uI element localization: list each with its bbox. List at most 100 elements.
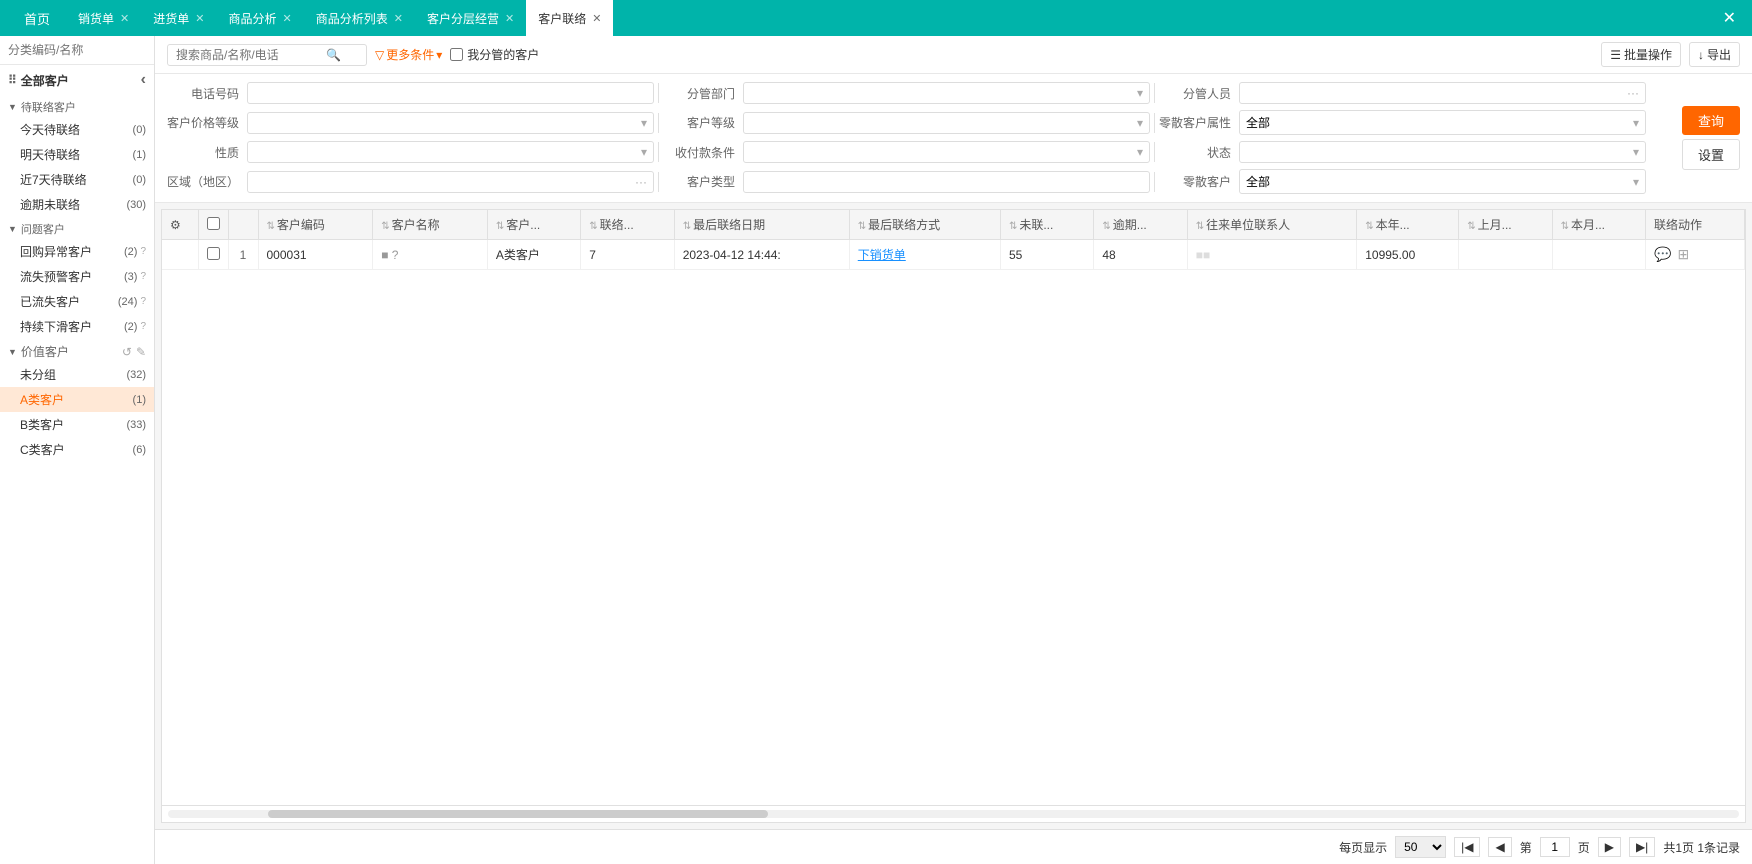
query-button[interactable]: 查询 — [1682, 106, 1740, 135]
sidebar-item-tomorrow-pending[interactable]: 明天待联络 (1) — [0, 142, 154, 167]
prev-page-btn[interactable]: ◀ — [1488, 837, 1511, 857]
select-all-checkbox[interactable] — [207, 217, 220, 230]
first-page-btn[interactable]: |◀ — [1454, 837, 1480, 857]
per-page-select[interactable]: 50 100 — [1395, 836, 1446, 858]
scrollbar-thumb[interactable] — [268, 810, 768, 818]
nav-customer-contact[interactable]: 客户联络 ✕ — [526, 0, 613, 36]
retail-attr-select[interactable]: 全部 ▾ — [1239, 110, 1646, 135]
page-suffix-label: 页 — [1578, 839, 1590, 856]
status-select[interactable]: ▾ — [1239, 141, 1646, 163]
page-number-input[interactable] — [1540, 837, 1570, 857]
sidebar-item-overdue-contact[interactable]: 逾期未联络 (30) — [0, 192, 154, 217]
nav-sales[interactable]: 销货单 ✕ — [66, 0, 141, 36]
price-grade-select[interactable]: ▾ — [247, 112, 654, 134]
sidebar-item-ungrouped[interactable]: 未分组 (32) — [0, 362, 154, 387]
edit-icon[interactable]: ✎ — [136, 345, 146, 359]
main-search-icon[interactable]: 🔍 — [326, 48, 341, 62]
divider-7 — [658, 172, 659, 192]
setting-button[interactable]: 设置 — [1682, 139, 1740, 170]
batch-op-btn[interactable]: ☰ 批量操作 — [1601, 42, 1681, 67]
grid-icon: ⠿ — [8, 73, 17, 87]
close-sales-tab[interactable]: ✕ — [120, 12, 129, 25]
filter-row-3: 性质 ▾ 收付款条件 ▾ — [167, 141, 1646, 163]
qrcode-icon[interactable]: ⊞ — [1677, 246, 1689, 263]
divider-5 — [658, 142, 659, 162]
retail-customer-select[interactable]: 全部 ▾ — [1239, 169, 1646, 194]
settings-col[interactable]: ⚙ — [162, 210, 198, 240]
filter-row-2: 客户价格等级 ▾ 客户等级 ▾ — [167, 110, 1646, 135]
refresh-icon[interactable]: ↺ — [122, 345, 132, 359]
sidebar: 🔍 ⠿ 全部客户 ‹ 待联络客户 今天待联络 (0) 明天待联络 (1) 近7天… — [0, 36, 155, 864]
dept-select[interactable]: ▾ — [743, 82, 1150, 104]
close-customer-contact-tab[interactable]: ✕ — [592, 12, 601, 25]
nature-select[interactable]: ▾ — [247, 141, 654, 163]
more-filters-btn[interactable]: ▽ 更多条件 ▾ — [375, 46, 442, 63]
query-buttons: 查询 设置 — [1670, 74, 1752, 202]
filter-cell-phone: 电话号码 — [167, 82, 654, 104]
close-goods-analysis-tab[interactable]: ✕ — [283, 12, 292, 25]
customer-grade-select[interactable]: ▾ — [743, 112, 1150, 134]
th-last-date[interactable]: ⇅最后联络日期 — [674, 210, 849, 240]
all-customers-header[interactable]: ⠿ 全部客户 ‹ — [0, 65, 154, 95]
sidebar-item-7day-pending[interactable]: 近7天待联络 (0) — [0, 167, 154, 192]
th-code[interactable]: ⇅客户编码 — [258, 210, 373, 240]
person-select[interactable]: ··· — [1239, 82, 1646, 104]
row-last-date: 2023-04-12 14:44: — [674, 240, 849, 270]
horizontal-scrollbar[interactable] — [162, 805, 1745, 822]
close-purchase-tab[interactable]: ✕ — [195, 12, 204, 25]
settings-icon[interactable]: ⚙ — [170, 218, 181, 232]
help-icon-1: ? — [140, 246, 146, 257]
phone-input[interactable] — [247, 82, 654, 104]
sidebar-item-abnormal-repurchase[interactable]: 回购异常客户 (2) ? — [0, 239, 154, 264]
region-select[interactable]: ··· — [247, 171, 654, 193]
export-icon: ↓ — [1698, 48, 1704, 62]
payment-select[interactable]: ▾ — [743, 141, 1150, 163]
th-unit-contact[interactable]: ⇅往来单位联系人 — [1187, 210, 1356, 240]
next-page-btn[interactable]: ▶ — [1598, 837, 1621, 857]
th-this-month[interactable]: ⇅本月... — [1552, 210, 1645, 240]
th-last-month[interactable]: ⇅上月... — [1459, 210, 1552, 240]
price-grade-arrow-icon: ▾ — [641, 116, 647, 130]
row-uncontacted: 55 — [1000, 240, 1093, 270]
checkbox-col — [198, 210, 228, 240]
sidebar-item-churn-warning[interactable]: 流失预警客户 (3) ? — [0, 264, 154, 289]
main-search-input[interactable] — [176, 48, 326, 62]
sidebar-collapse-icon[interactable]: ‹ — [141, 71, 146, 89]
sidebar-item-c-class[interactable]: C类客户 (6) — [0, 437, 154, 462]
export-btn[interactable]: ↓ 导出 — [1689, 42, 1740, 67]
filter-cell-region: 区域（地区） ··· — [167, 171, 654, 193]
nav-goods-analysis[interactable]: 商品分析 ✕ — [216, 0, 303, 36]
nav-home[interactable]: 首页 — [8, 0, 66, 36]
nav-purchase[interactable]: 进货单 ✕ — [141, 0, 216, 36]
customer-type-input[interactable] — [743, 171, 1150, 193]
sidebar-item-today-pending[interactable]: 今天待联络 (0) — [0, 117, 154, 142]
th-uncontacted[interactable]: ⇅未联... — [1000, 210, 1093, 240]
th-name[interactable]: ⇅客户名称 — [373, 210, 488, 240]
row-this-month — [1552, 240, 1645, 270]
last-method-link[interactable]: 下销货单 — [858, 248, 906, 262]
my-customers-check[interactable] — [450, 48, 463, 61]
last-page-btn[interactable]: ▶| — [1629, 837, 1655, 857]
chat-icon[interactable]: 💬 — [1654, 246, 1671, 263]
nav-goods-analysis-list[interactable]: 商品分析列表 ✕ — [304, 0, 415, 36]
filter-cell-price-grade: 客户价格等级 ▾ — [167, 112, 654, 134]
th-type[interactable]: ⇅客户... — [487, 210, 580, 240]
sidebar-item-b-class[interactable]: B类客户 (33) — [0, 412, 154, 437]
row-checkbox[interactable] — [207, 247, 220, 260]
sidebar-item-a-class[interactable]: A类客户 (1) — [0, 387, 154, 412]
th-last-method[interactable]: ⇅最后联络方式 — [849, 210, 1000, 240]
sidebar-item-churned[interactable]: 已流失客户 (24) ? — [0, 289, 154, 314]
sidebar-item-declining[interactable]: 持续下滑客户 (2) ? — [0, 314, 154, 339]
close-customer-tier-tab[interactable]: ✕ — [505, 12, 514, 25]
close-goods-analysis-list-tab[interactable]: ✕ — [394, 12, 403, 25]
th-contact[interactable]: ⇅联络... — [581, 210, 674, 240]
nav-customer-tier[interactable]: 客户分层经营 ✕ — [415, 0, 526, 36]
customer-type-label: 客户类型 — [663, 173, 743, 190]
filter-cell-person: 分管人员 ··· — [1159, 82, 1646, 104]
th-this-year[interactable]: ⇅本年... — [1357, 210, 1459, 240]
th-overdue[interactable]: ⇅逾期... — [1094, 210, 1187, 240]
row-overdue: 48 — [1094, 240, 1187, 270]
window-close-button[interactable]: ✕ — [1715, 8, 1744, 28]
my-customers-checkbox[interactable]: 我分管的客户 — [450, 46, 539, 63]
sidebar-search-input[interactable] — [8, 43, 155, 57]
